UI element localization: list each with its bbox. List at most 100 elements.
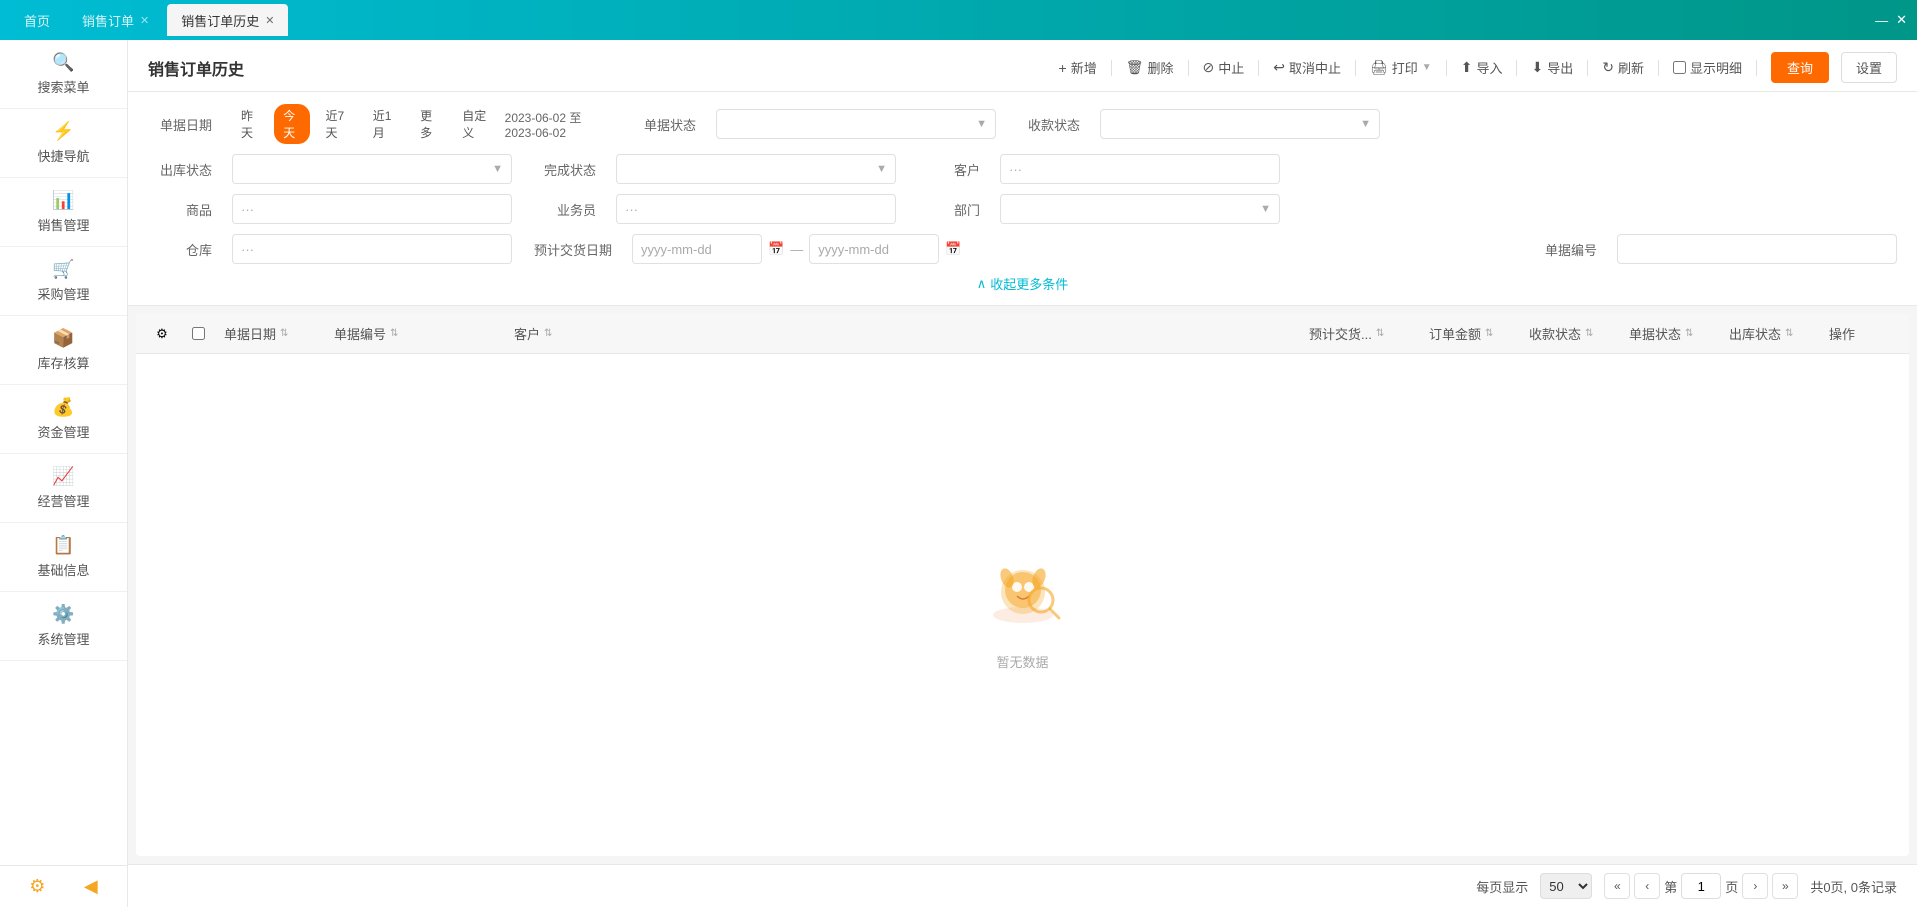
- per-page-select[interactable]: 50 10 20 100: [1540, 873, 1592, 899]
- sidebar-item-basic-info[interactable]: 📋 基础信息: [0, 523, 127, 592]
- pagination: « ‹ 第 页 › »: [1604, 873, 1798, 899]
- delivery-date-calendar-end[interactable]: 📅: [945, 241, 961, 257]
- sidebar-item-sales-mgmt[interactable]: 📊 销售管理: [0, 178, 127, 247]
- th-payment-sort[interactable]: ⇅: [1585, 328, 1593, 339]
- tab-sales-history-close[interactable]: ✕: [265, 14, 274, 27]
- table-settings-icon[interactable]: ⚙: [144, 326, 180, 342]
- th-stock-status-sort[interactable]: ⇅: [1785, 328, 1793, 339]
- goods-dots: ···: [241, 202, 254, 217]
- stock-out-arrow-icon: ▼: [492, 163, 503, 175]
- stock-out-filter-label: 出库状态: [148, 160, 212, 179]
- settings-button[interactable]: 设置: [1841, 52, 1897, 83]
- th-action-label: 操作: [1829, 324, 1855, 343]
- display-cols-check[interactable]: 显示明细: [1673, 58, 1742, 77]
- customer-input[interactable]: ···: [1000, 154, 1280, 184]
- warehouse-input[interactable]: ···: [232, 234, 512, 264]
- th-number-label: 单据编号: [334, 324, 386, 343]
- th-customer-sort[interactable]: ⇅: [544, 328, 552, 339]
- sidebar-expand-icon[interactable]: ◀: [84, 876, 98, 897]
- date-today[interactable]: 今天: [274, 104, 310, 144]
- th-number: 单据编号 ⇅: [326, 324, 506, 343]
- delivery-date-calendar-start[interactable]: 📅: [768, 241, 784, 257]
- date-custom[interactable]: 自定义: [453, 104, 498, 144]
- sidebar-settings-icon[interactable]: ⚙: [29, 876, 45, 897]
- topbar-close[interactable]: ✕: [1896, 12, 1907, 28]
- new-button[interactable]: + 新增: [1059, 58, 1097, 77]
- stock-out-select[interactable]: ▼: [232, 154, 512, 184]
- date-range-display: 2023-06-02 至 2023-06-02: [505, 109, 612, 140]
- filter-row-4: 仓库 ··· 预计交货日期 yyyy-mm-dd 📅 — yyyy-mm-dd …: [148, 234, 1897, 264]
- display-cols-checkbox[interactable]: [1673, 61, 1686, 74]
- sidebar-item-sales-mgmt-label: 销售管理: [37, 215, 89, 234]
- sidebar-item-search-menu[interactable]: 🔍 搜索菜单: [0, 40, 127, 109]
- tab-home[interactable]: 首页: [10, 4, 64, 36]
- sidebar-item-system[interactable]: ⚙️ 系统管理: [0, 592, 127, 661]
- page-number-input[interactable]: [1681, 873, 1721, 899]
- check-all-checkbox[interactable]: [192, 327, 205, 340]
- tab-sales-order-close[interactable]: ✕: [140, 14, 149, 27]
- th-payment: 收款状态 ⇅: [1521, 324, 1621, 343]
- sidebar-item-finance[interactable]: 💰 资金管理: [0, 385, 127, 454]
- status-filter-label: 单据状态: [632, 115, 696, 134]
- date-yesterday[interactable]: 昨天: [232, 104, 268, 144]
- refresh-button[interactable]: ↻ 刷新: [1602, 58, 1644, 77]
- page-suffix: 页: [1725, 877, 1738, 896]
- th-order-status-sort[interactable]: ⇅: [1685, 328, 1693, 339]
- tab-home-label: 首页: [24, 11, 50, 30]
- print-button[interactable]: 🖨 打印 ▼: [1370, 58, 1432, 77]
- sidebar-item-inventory-label: 库存核算: [37, 353, 89, 372]
- last-page-button[interactable]: »: [1772, 873, 1798, 899]
- complete-select[interactable]: ▼: [616, 154, 896, 184]
- query-button[interactable]: 查询: [1771, 52, 1829, 83]
- export-button[interactable]: ⬇ 导出: [1531, 58, 1573, 77]
- th-amount-sort[interactable]: ⇅: [1485, 328, 1493, 339]
- tab-sales-order[interactable]: 销售订单 ✕: [68, 4, 163, 36]
- status-select[interactable]: ▼: [716, 109, 996, 139]
- dept-select[interactable]: ▼: [1000, 194, 1280, 224]
- cancel-stop-button[interactable]: ↩ 取消中止: [1273, 58, 1341, 77]
- purchase-mgmt-icon: 🛒: [52, 259, 74, 280]
- th-delivery-sort[interactable]: ⇅: [1376, 328, 1384, 339]
- inventory-icon: 📦: [52, 328, 74, 349]
- sidebar-item-search-menu-label: 搜索菜单: [37, 77, 89, 96]
- date-more[interactable]: 更多: [411, 104, 447, 144]
- delete-button[interactable]: 🗑 删除: [1126, 58, 1174, 77]
- prev-page-button[interactable]: ‹: [1634, 873, 1660, 899]
- th-number-sort[interactable]: ⇅: [390, 328, 398, 339]
- next-page-button[interactable]: ›: [1742, 873, 1768, 899]
- divider8: [1658, 60, 1659, 76]
- goods-input[interactable]: ···: [232, 194, 512, 224]
- delivery-date-label: 预计交货日期: [532, 240, 612, 259]
- customer-filter-label: 客户: [916, 160, 980, 179]
- payment-select[interactable]: ▼: [1100, 109, 1380, 139]
- th-date-sort[interactable]: ⇅: [280, 328, 288, 339]
- delivery-date-start-input[interactable]: yyyy-mm-dd: [632, 234, 762, 264]
- table-check-all[interactable]: [180, 327, 216, 340]
- salesperson-input[interactable]: ···: [616, 194, 896, 224]
- collapse-link[interactable]: ∧ 收起更多条件: [148, 274, 1897, 293]
- table-area: ⚙ 单据日期 ⇅ 单据编号 ⇅ 客户 ⇅ 预计交货...: [136, 314, 1909, 856]
- delete-icon: 🗑: [1126, 59, 1144, 76]
- sidebar-item-inventory[interactable]: 📦 库存核算: [0, 316, 127, 385]
- delivery-date-end-input[interactable]: yyyy-mm-dd: [809, 234, 939, 264]
- stop-button[interactable]: ⊘ 中止: [1203, 58, 1245, 77]
- date-7days[interactable]: 近7天: [316, 104, 357, 144]
- print-label: 打印: [1392, 58, 1418, 77]
- sidebar-item-quick-nav[interactable]: ⚡ 快捷导航: [0, 109, 127, 178]
- delivery-date-group: yyyy-mm-dd 📅 — yyyy-mm-dd 📅: [632, 234, 1513, 264]
- new-icon: +: [1059, 60, 1067, 76]
- collapse-text: 收起更多条件: [990, 274, 1068, 293]
- quick-nav-icon: ⚡: [52, 121, 74, 142]
- date-1month[interactable]: 近1月: [364, 104, 405, 144]
- sidebar-item-operations[interactable]: 📈 经营管理: [0, 454, 127, 523]
- export-label: 导出: [1547, 58, 1573, 77]
- topbar-minimize[interactable]: —: [1875, 13, 1888, 28]
- tab-sales-history[interactable]: 销售订单历史 ✕: [167, 4, 288, 36]
- th-payment-label: 收款状态: [1529, 324, 1581, 343]
- warehouse-filter-label: 仓库: [148, 240, 212, 259]
- order-no-input[interactable]: [1617, 234, 1897, 264]
- first-page-button[interactable]: «: [1604, 873, 1630, 899]
- import-button[interactable]: ⬆ 导入: [1461, 58, 1503, 77]
- sidebar-item-purchase-mgmt[interactable]: 🛒 采购管理: [0, 247, 127, 316]
- tab-sales-history-label: 销售订单历史: [181, 11, 259, 30]
